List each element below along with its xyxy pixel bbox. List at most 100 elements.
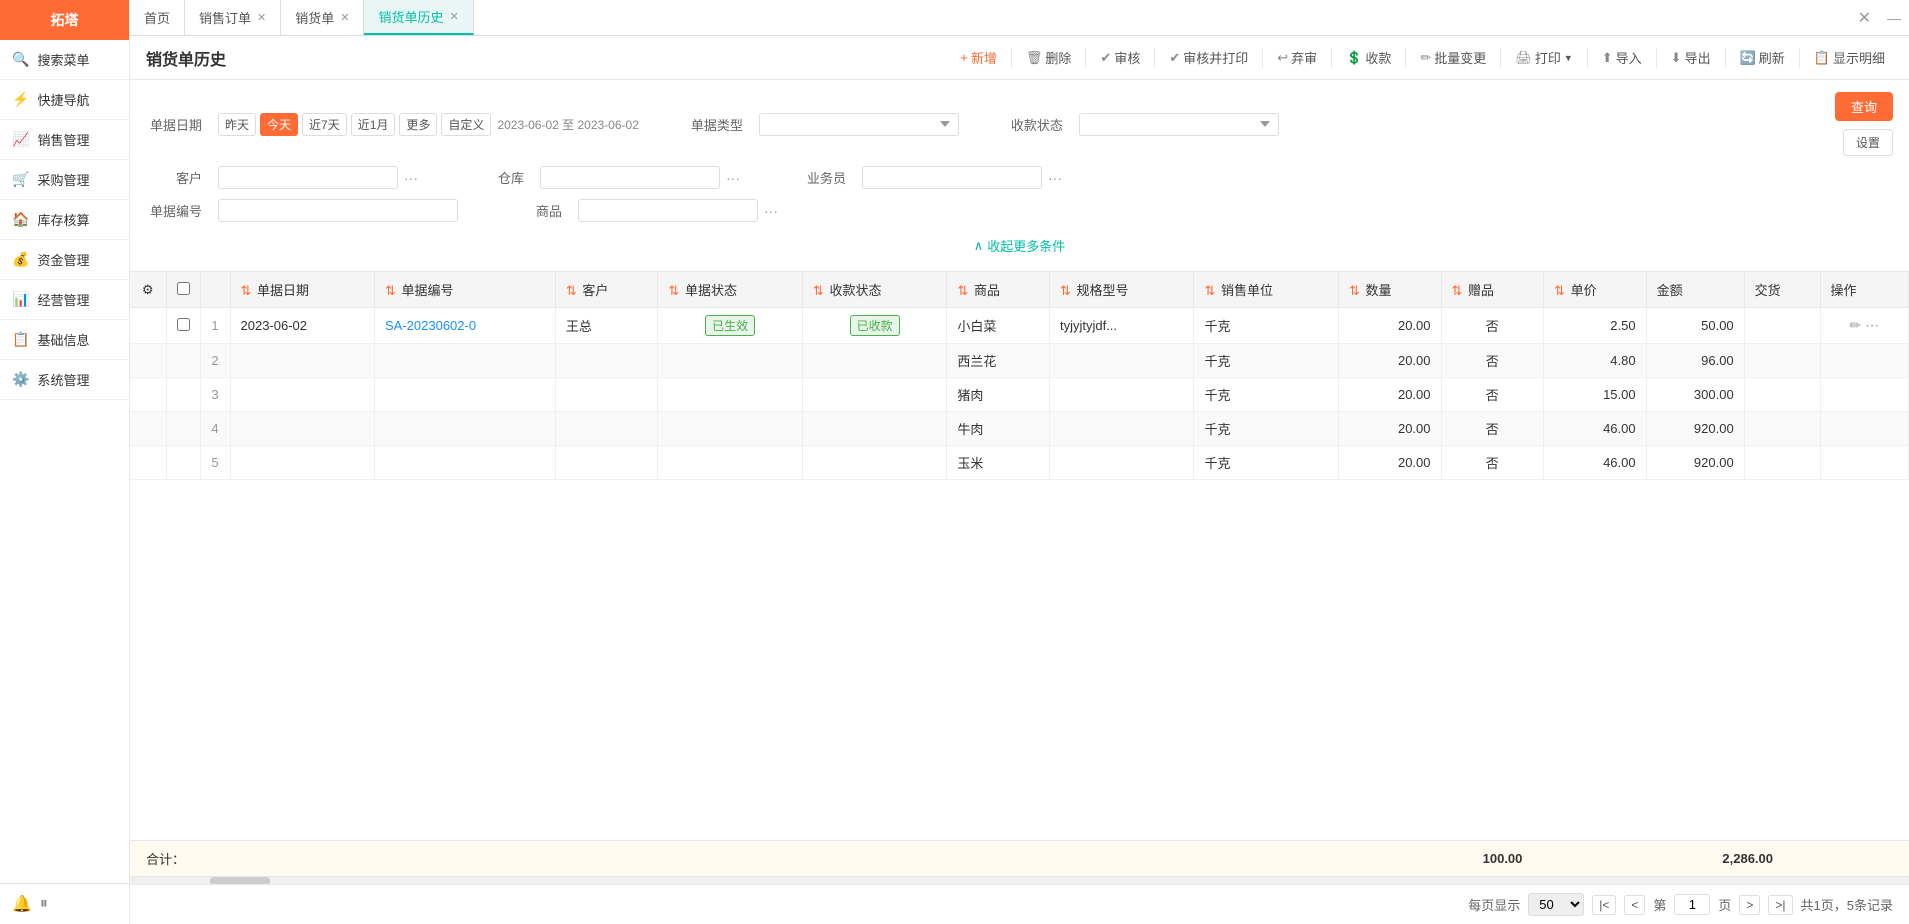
sidebar-item-fund-mgmt[interactable]: 💰 资金管理 [0, 240, 129, 280]
tab-sales-order[interactable]: 销售订单 ✕ [185, 0, 281, 35]
audit-icon: ✔ [1100, 50, 1111, 66]
row-spec-cell [1049, 446, 1194, 480]
abandon-button[interactable]: ↩ 弃审 [1269, 44, 1325, 71]
staff-input[interactable] [862, 166, 1042, 189]
warehouse-input[interactable] [540, 166, 720, 189]
tab-sales-goods-close[interactable]: ✕ [340, 11, 349, 24]
price-column-header[interactable]: ⇅ 单价 [1544, 272, 1647, 308]
amount-column-header[interactable]: 金额 [1646, 272, 1744, 308]
goods-dots[interactable]: ··· [762, 203, 780, 219]
divider-8 [1587, 48, 1588, 68]
customer-dots[interactable]: ··· [402, 170, 420, 186]
edit-action-icon[interactable]: ✏ [1849, 317, 1861, 333]
collapse-button[interactable]: ∧ 收起更多条件 [974, 232, 1066, 259]
sidebar-item-label: 快捷导航 [37, 90, 89, 109]
sidebar-item-label: 搜索菜单 [37, 50, 89, 69]
doc-no-column-header[interactable]: ⇅ 单据编号 [375, 272, 556, 308]
query-button[interactable]: 查询 [1835, 92, 1893, 121]
customer-input[interactable] [218, 166, 398, 189]
warehouse-dots[interactable]: ··· [724, 170, 742, 186]
doc-status-column-header[interactable]: ⇅ 单据状态 [658, 272, 803, 308]
date-btn-today[interactable]: 今天 [260, 113, 298, 136]
row-qty-cell: 20.00 [1338, 344, 1441, 378]
batch-change-button[interactable]: ✏ 批量变更 [1412, 44, 1494, 71]
tab-sales-order-close[interactable]: ✕ [257, 11, 266, 24]
doc-type-select[interactable] [759, 113, 959, 136]
export-button[interactable]: ⬇ 导出 [1663, 44, 1719, 71]
doc-date-column-header[interactable]: ⇅ 单据日期 [230, 272, 375, 308]
tab-sales-history[interactable]: 销货单历史 ✕ [364, 0, 473, 35]
divider-3 [1154, 48, 1155, 68]
filter-row-3: 单据编号 商品 ··· [146, 199, 1893, 222]
goods-input[interactable] [578, 199, 758, 222]
gear-column-header[interactable]: ⚙ [130, 272, 166, 308]
sidebar-item-purchase-mgmt[interactable]: 🛒 采购管理 [0, 160, 129, 200]
sidebar-item-quick-nav[interactable]: ⚡ 快捷导航 [0, 80, 129, 120]
row-checkbox[interactable] [177, 318, 190, 331]
staff-dots[interactable]: ··· [1046, 170, 1064, 186]
collect-status-column-header[interactable]: ⇅ 收款状态 [802, 272, 947, 308]
page-input[interactable]: 1 [1674, 894, 1710, 915]
batch-change-icon: ✏ [1420, 50, 1431, 66]
print-button[interactable]: 🖨 打印 ▼ [1507, 44, 1580, 71]
page-first-button[interactable]: |< [1592, 895, 1616, 915]
tab-sales-goods[interactable]: 销货单 ✕ [281, 0, 364, 35]
sidebar-item-sys-mgmt[interactable]: ⚙️ 系统管理 [0, 360, 129, 400]
row-customer-cell [555, 344, 658, 378]
spec-column-header[interactable]: ⇅ 规格型号 [1049, 272, 1194, 308]
customer-column-header[interactable]: ⇅ 客户 [555, 272, 658, 308]
trade-column-header[interactable]: 交货 [1744, 272, 1820, 308]
date-btn-custom[interactable]: 自定义 [441, 113, 491, 136]
num-column-header [200, 272, 230, 308]
doc-no-input[interactable] [218, 199, 458, 222]
staff-control: ··· [862, 166, 1064, 189]
date-btn-7days[interactable]: 近7天 [302, 113, 347, 136]
import-button[interactable]: ⬆ 导入 [1594, 44, 1650, 71]
tab-sales-goods-label: 销货单 [295, 8, 334, 27]
tab-home[interactable]: 首页 [130, 0, 185, 35]
new-button[interactable]: + 新增 [952, 44, 1005, 71]
tab-sales-history-close[interactable]: ✕ [450, 10, 459, 23]
delete-button[interactable]: 🗑 删除 [1018, 44, 1080, 71]
gift-column-header[interactable]: ⇅ 赠品 [1441, 272, 1544, 308]
window-close-btn[interactable]: ✕ [1850, 0, 1879, 35]
select-all-checkbox[interactable] [177, 282, 190, 295]
quick-nav-icon: ⚡ [12, 91, 29, 108]
collect-status-select[interactable] [1079, 113, 1279, 136]
new-icon: + [960, 50, 968, 65]
notification-icon[interactable]: 🔔 [12, 894, 32, 914]
doc-no-link[interactable]: SA-20230602-0 [385, 318, 476, 333]
audit-button[interactable]: ✔ 审核 [1092, 44, 1148, 71]
date-btn-more[interactable]: 更多 [399, 113, 437, 136]
sidebar-item-search-menu[interactable]: 🔍 搜索菜单 [0, 40, 129, 80]
table-container[interactable]: ⚙ ⇅ 单据日期 ⇅ 单据编号 ⇅ 客户 [130, 272, 1909, 840]
show-detail-button[interactable]: 📋 显示明细 [1806, 44, 1893, 71]
goods-column-header[interactable]: ⇅ 商品 [947, 272, 1050, 308]
row-spec-cell [1049, 344, 1194, 378]
sidebar-item-ops-mgmt[interactable]: 📊 经营管理 [0, 280, 129, 320]
page-prev-button[interactable]: < [1624, 895, 1645, 915]
audit-print-button[interactable]: ✔ 审核并打印 [1161, 44, 1256, 71]
qty-column-header[interactable]: ⇅ 数量 [1338, 272, 1441, 308]
page-last-button[interactable]: >| [1768, 895, 1792, 915]
filter-row-1: 单据日期 昨天 今天 近7天 近1月 更多 自定义 2023-06-02 至 2… [146, 92, 1893, 156]
sidebar-item-sales-mgmt[interactable]: 📈 销售管理 [0, 120, 129, 160]
date-btn-1month[interactable]: 近1月 [351, 113, 396, 136]
date-btn-yesterday[interactable]: 昨天 [218, 113, 256, 136]
per-page-select[interactable]: 20 50 100 200 [1528, 893, 1584, 916]
row-amount-cell: 96.00 [1646, 344, 1744, 378]
table-body: 1 2023-06-02 SA-20230602-0 王总 已生效 已收款 小白… [130, 308, 1909, 480]
refresh-icon: 🔄 [1740, 50, 1756, 66]
footer-total-amount: 2,286.00 [1722, 851, 1893, 866]
settings-button[interactable]: 设置 [1843, 129, 1893, 156]
pause-icon[interactable]: ⏸ [40, 895, 48, 913]
page-next-button[interactable]: > [1739, 895, 1760, 915]
horizontal-scrollbar[interactable] [130, 876, 1909, 884]
more-action-icon[interactable]: ⋯ [1865, 317, 1879, 333]
window-minimize-btn[interactable]: — [1879, 0, 1909, 35]
collect-button[interactable]: 💲 收款 [1338, 44, 1399, 71]
sidebar-item-stock-calc[interactable]: 🏠 库存核算 [0, 200, 129, 240]
refresh-button[interactable]: 🔄 刷新 [1732, 44, 1793, 71]
sidebar-item-basic-info[interactable]: 📋 基础信息 [0, 320, 129, 360]
unit-column-header[interactable]: ⇅ 销售单位 [1194, 272, 1339, 308]
